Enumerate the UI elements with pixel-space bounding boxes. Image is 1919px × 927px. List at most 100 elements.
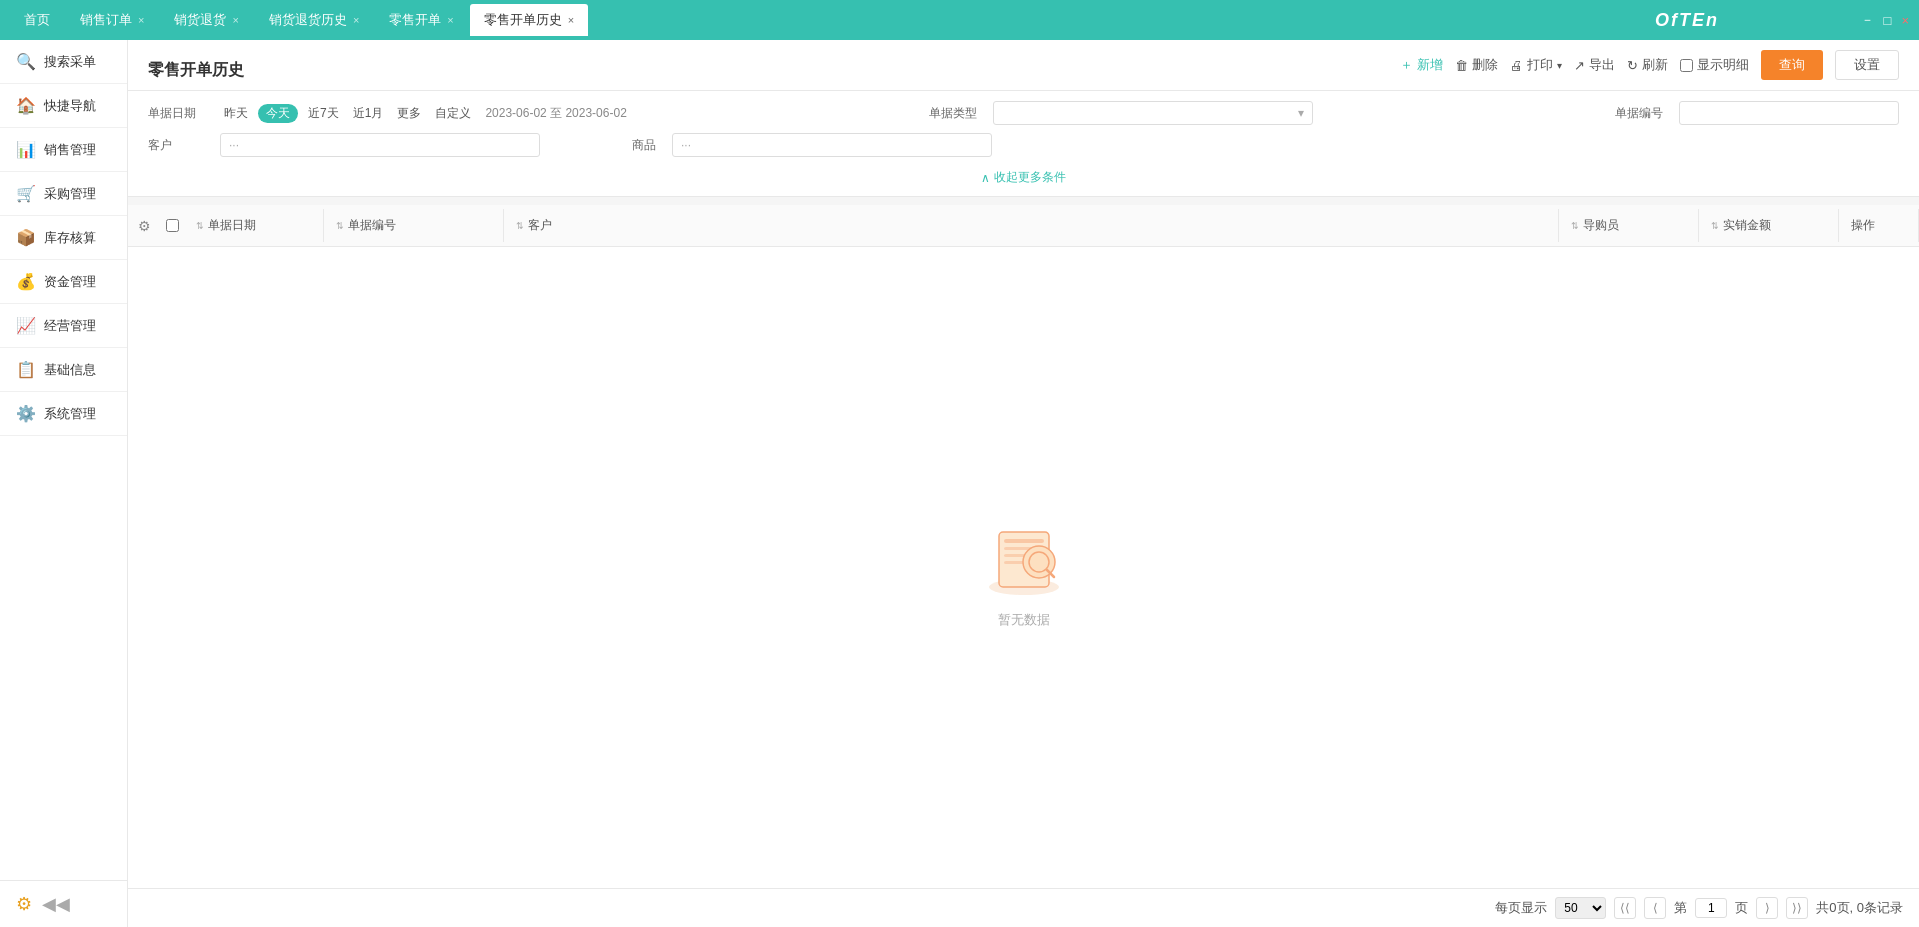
per-page-label: 每页显示: [1495, 899, 1547, 917]
date-opt-today[interactable]: 今天: [258, 104, 298, 123]
goods-input[interactable]: ···: [672, 133, 992, 157]
print-dropdown-icon: ▾: [1557, 60, 1562, 71]
print-label: 打印: [1527, 56, 1553, 74]
print-button[interactable]: 🖨 打印 ▾: [1510, 56, 1562, 74]
query-button[interactable]: 查询: [1761, 50, 1823, 80]
nav-tab-label: 销货退货: [174, 11, 226, 29]
nav-tab-return-history[interactable]: 销货退货历史 ×: [255, 4, 373, 36]
nav-tabs: 首页 销售订单 × 销货退货 × 销货退货历史 × 零售开单 × 零售开单历史 …: [10, 4, 1861, 36]
th-amount[interactable]: ⇅ 实销金额: [1699, 209, 1839, 242]
filter-row-1: 单据日期 昨天 今天 近7天 近1月 更多 自定义 2023-06-02 至 2…: [148, 101, 1899, 125]
sidebar-item-label: 库存核算: [44, 229, 96, 247]
sort-icon: ⇅: [1571, 221, 1579, 231]
trend-icon: 📈: [16, 316, 36, 335]
sidebar-item-operations[interactable]: 📈 经营管理: [0, 304, 127, 348]
window-close-button[interactable]: ×: [1901, 13, 1909, 28]
clipboard-icon: 📋: [16, 360, 36, 379]
sidebar-item-label: 经营管理: [44, 317, 96, 335]
th-salesperson[interactable]: ⇅ 导购员: [1559, 209, 1699, 242]
refresh-button[interactable]: ↻ 刷新: [1627, 56, 1668, 74]
nav-tab-home[interactable]: 首页: [10, 4, 64, 36]
box-icon: 📦: [16, 228, 36, 247]
th-date-label: 单据日期: [208, 217, 256, 234]
select-all-checkbox[interactable]: [166, 219, 179, 232]
customer-input[interactable]: ···: [220, 133, 540, 157]
toolbar: ＋ 新增 🗑 删除 🖨 打印 ▾ ↗ 导出 ↻ 刷新: [1400, 50, 1899, 90]
nav-tab-sales-order[interactable]: 销售订单 ×: [66, 4, 158, 36]
plus-icon: ＋: [1400, 56, 1413, 74]
sort-icon: ⇅: [516, 221, 524, 231]
add-button[interactable]: ＋ 新增: [1400, 56, 1443, 74]
filter-row-2: 客户 ··· 商品 ···: [148, 133, 1899, 157]
date-opt-more[interactable]: 更多: [393, 104, 425, 123]
nav-tab-label: 零售开单: [389, 11, 441, 29]
print-icon: 🖨: [1510, 58, 1523, 73]
next-page-btn[interactable]: ⟩: [1756, 897, 1778, 919]
gear-icon: ⚙️: [16, 404, 36, 423]
home-icon: 🏠: [16, 96, 36, 115]
sidebar-item-purchase[interactable]: 🛒 采购管理: [0, 172, 127, 216]
th-customer[interactable]: ⇅ 客户: [504, 209, 1559, 242]
search-icon: 🔍: [16, 52, 36, 71]
th-date[interactable]: ⇅ 单据日期: [184, 209, 324, 242]
doc-no-input[interactable]: [1679, 101, 1899, 125]
nav-tab-return[interactable]: 销货退货 ×: [160, 4, 252, 36]
close-icon[interactable]: ×: [232, 14, 238, 26]
pagination: 每页显示 50 100 200 ⟨⟨ ⟨ 第 页 ⟩ ⟩⟩ 共0页, 0条记录: [128, 888, 1919, 927]
date-opt-yesterday[interactable]: 昨天: [220, 104, 252, 123]
maximize-button[interactable]: □: [1884, 13, 1892, 28]
export-icon: ↗: [1574, 58, 1585, 73]
sidebar-item-basic[interactable]: 📋 基础信息: [0, 348, 127, 392]
export-button[interactable]: ↗ 导出: [1574, 56, 1615, 74]
delete-button[interactable]: 🗑 删除: [1455, 56, 1498, 74]
export-label: 导出: [1589, 56, 1615, 74]
date-opt-1month[interactable]: 近1月: [349, 104, 388, 123]
close-icon[interactable]: ×: [138, 14, 144, 26]
page-input[interactable]: [1695, 898, 1727, 918]
th-salesperson-label: 导购员: [1583, 217, 1619, 234]
main-layout: 🔍 搜索采单 🏠 快捷导航 📊 销售管理 🛒 采购管理 📦 库存核算 💰 资金管…: [0, 40, 1919, 927]
nav-tab-label: 首页: [24, 11, 50, 29]
close-icon[interactable]: ×: [568, 14, 574, 26]
display-detail-input[interactable]: [1680, 59, 1693, 72]
sidebar-item-sales[interactable]: 📊 销售管理: [0, 128, 127, 172]
sidebar-item-system[interactable]: ⚙️ 系统管理: [0, 392, 127, 436]
sidebar-item-finance[interactable]: 💰 资金管理: [0, 260, 127, 304]
empty-svg: [974, 507, 1074, 607]
display-detail-checkbox[interactable]: 显示明细: [1680, 56, 1749, 74]
th-docno-label: 单据编号: [348, 217, 396, 234]
first-page-btn[interactable]: ⟨⟨: [1614, 897, 1636, 919]
customer-dots: ···: [229, 138, 239, 152]
nav-tab-retail-history[interactable]: 零售开单历史 ×: [470, 4, 588, 36]
minimize-button[interactable]: －: [1861, 11, 1874, 29]
page-title: 零售开单历史: [148, 60, 244, 81]
close-icon[interactable]: ×: [447, 14, 453, 26]
dropdown-icon: ▾: [1298, 106, 1304, 120]
settings-button[interactable]: 设置: [1835, 50, 1899, 80]
column-settings-icon[interactable]: ⚙: [138, 218, 151, 234]
settings-gear-icon[interactable]: ⚙: [16, 893, 32, 915]
close-icon[interactable]: ×: [353, 14, 359, 26]
sort-icon: ⇅: [336, 221, 344, 231]
sidebar-item-inventory[interactable]: 📦 库存核算: [0, 216, 127, 260]
date-opt-custom[interactable]: 自定义: [431, 104, 475, 123]
sidebar-item-nav[interactable]: 🏠 快捷导航: [0, 84, 127, 128]
nav-tab-retail-open[interactable]: 零售开单 ×: [375, 4, 467, 36]
doc-type-select[interactable]: ▾: [993, 101, 1313, 125]
collapse-arrow-icon[interactable]: ◀◀: [42, 893, 70, 915]
prev-page-btn[interactable]: ⟨: [1644, 897, 1666, 919]
table-body: 暂无数据: [128, 247, 1919, 888]
chart-icon: 📊: [16, 140, 36, 159]
last-page-btn[interactable]: ⟩⟩: [1786, 897, 1808, 919]
display-detail-label: 显示明细: [1697, 56, 1749, 74]
per-page-select[interactable]: 50 100 200: [1555, 897, 1606, 919]
collapse-bar[interactable]: ∧ 收起更多条件: [148, 165, 1899, 186]
date-opt-7days[interactable]: 近7天: [304, 104, 343, 123]
th-docno[interactable]: ⇅ 单据编号: [324, 209, 504, 242]
sidebar: 🔍 搜索采单 🏠 快捷导航 📊 销售管理 🛒 采购管理 📦 库存核算 💰 资金管…: [0, 40, 128, 927]
sidebar-item-label: 资金管理: [44, 273, 96, 291]
date-filter-label: 单据日期: [148, 105, 204, 122]
total-label: 共0页, 0条记录: [1816, 899, 1903, 917]
empty-illustration: [974, 507, 1074, 611]
sidebar-item-search[interactable]: 🔍 搜索采单: [0, 40, 127, 84]
